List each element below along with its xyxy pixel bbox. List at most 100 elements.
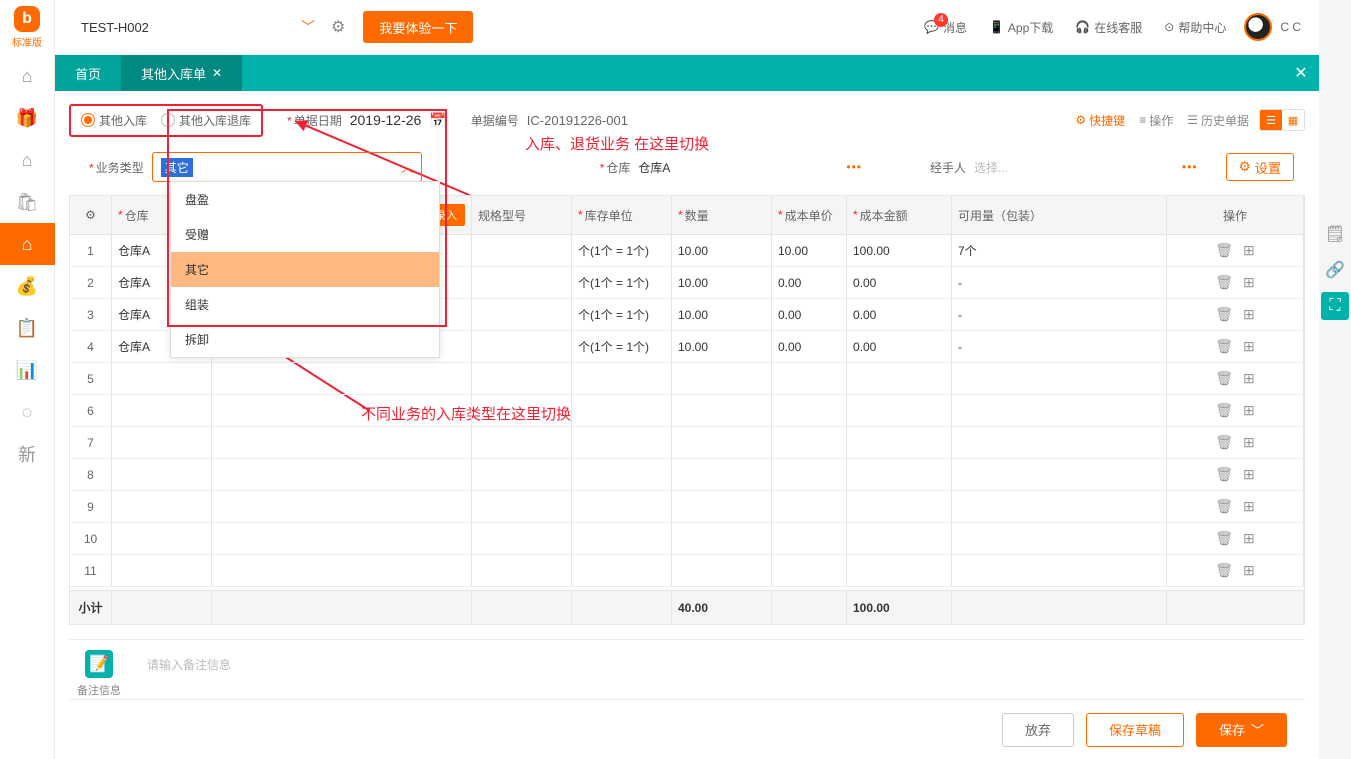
- nav-gift-icon[interactable]: 🎁: [0, 97, 55, 139]
- tab-close-all[interactable]: ✕: [1283, 55, 1319, 91]
- cell-unit[interactable]: [572, 523, 672, 554]
- nav-report-icon[interactable]: 📊: [0, 349, 55, 391]
- warehouse-value[interactable]: 仓库A: [638, 159, 838, 176]
- cell-spec[interactable]: [472, 331, 572, 362]
- cell-spec[interactable]: [472, 235, 572, 266]
- more-icon[interactable]: •••: [846, 160, 862, 174]
- cell-unit[interactable]: [572, 363, 672, 394]
- cell-price[interactable]: 0.00: [772, 299, 847, 330]
- cell-amt[interactable]: [847, 555, 952, 586]
- trial-button[interactable]: 我要体验一下: [363, 11, 473, 43]
- cell-price[interactable]: [772, 427, 847, 458]
- nav-bag-icon[interactable]: 🛍: [0, 181, 55, 223]
- cell-warehouse[interactable]: [112, 555, 212, 586]
- rail-expand-icon[interactable]: ⛶: [1321, 292, 1349, 320]
- cell-qty[interactable]: 10.00: [672, 235, 772, 266]
- cell-amt[interactable]: [847, 459, 952, 490]
- dropdown-item[interactable]: 盘盈: [171, 182, 439, 217]
- view-grid-icon[interactable]: ▦: [1282, 110, 1304, 130]
- view-list-icon[interactable]: ☰: [1260, 110, 1282, 130]
- cell-qty[interactable]: [672, 363, 772, 394]
- cell-amt[interactable]: [847, 363, 952, 394]
- cell-warehouse[interactable]: [112, 491, 212, 522]
- cell-price[interactable]: 0.00: [772, 331, 847, 362]
- date-value[interactable]: 2019-12-26: [350, 112, 422, 128]
- cell-qty[interactable]: 10.00: [672, 299, 772, 330]
- cell-price[interactable]: [772, 459, 847, 490]
- cell-spec[interactable]: [472, 363, 572, 394]
- cell-amt[interactable]: [847, 395, 952, 426]
- save-draft-button[interactable]: 保存草稿: [1086, 713, 1184, 747]
- messages-link[interactable]: 💬 消息 4: [924, 19, 967, 36]
- copy-icon[interactable]: ⊞: [1243, 434, 1255, 451]
- cell-product[interactable]: [212, 459, 472, 490]
- cell-product[interactable]: [212, 491, 472, 522]
- nav-house-icon[interactable]: ⌂: [0, 139, 55, 181]
- cell-spec[interactable]: [472, 459, 572, 490]
- cell-unit[interactable]: [572, 395, 672, 426]
- radio-inbound[interactable]: 其他入库: [81, 112, 147, 129]
- cell-amt[interactable]: [847, 491, 952, 522]
- cell-unit[interactable]: 个(1个 = 1个): [572, 235, 672, 266]
- delete-icon[interactable]: 🗑: [1215, 242, 1233, 259]
- cell-price[interactable]: [772, 395, 847, 426]
- dropdown-item-selected[interactable]: 其它: [171, 252, 439, 287]
- delete-icon[interactable]: 🗑: [1215, 306, 1233, 323]
- nav-sync-icon[interactable]: ◌: [0, 391, 55, 433]
- dropdown-item[interactable]: 拆卸: [171, 322, 439, 357]
- cell-spec[interactable]: [472, 299, 572, 330]
- cell-qty[interactable]: [672, 395, 772, 426]
- cell-qty[interactable]: [672, 427, 772, 458]
- table-row[interactable]: 6🗑⊞: [70, 395, 1304, 427]
- nav-money-icon[interactable]: 💰: [0, 265, 55, 307]
- dropdown-item[interactable]: 组装: [171, 287, 439, 322]
- copy-icon[interactable]: ⊞: [1243, 306, 1255, 323]
- cell-amt[interactable]: [847, 523, 952, 554]
- cell-price[interactable]: [772, 363, 847, 394]
- nav-new-icon[interactable]: 新: [0, 433, 55, 475]
- table-row[interactable]: 10🗑⊞: [70, 523, 1304, 555]
- more-icon[interactable]: •••: [1182, 160, 1198, 174]
- copy-icon[interactable]: ⊞: [1243, 562, 1255, 579]
- cell-unit[interactable]: 个(1个 = 1个): [572, 267, 672, 298]
- cell-product[interactable]: [212, 395, 472, 426]
- tab-other-inbound[interactable]: 其他入库单 ✕: [121, 55, 242, 91]
- cell-qty[interactable]: [672, 459, 772, 490]
- cell-unit[interactable]: [572, 427, 672, 458]
- customer-service-link[interactable]: 🎧 在线客服: [1075, 19, 1142, 36]
- help-center-link[interactable]: ⊙ 帮助中心: [1164, 19, 1226, 36]
- app-download-link[interactable]: 📱 App下载: [989, 19, 1053, 36]
- delete-icon[interactable]: 🗑: [1215, 338, 1233, 355]
- cell-amt[interactable]: 0.00: [847, 267, 952, 298]
- cell-price[interactable]: [772, 491, 847, 522]
- handler-placeholder[interactable]: 选择...: [974, 159, 1174, 176]
- copy-icon[interactable]: ⊞: [1243, 242, 1255, 259]
- cell-unit[interactable]: 个(1个 = 1个): [572, 299, 672, 330]
- cell-product[interactable]: [212, 363, 472, 394]
- cell-spec[interactable]: [472, 523, 572, 554]
- cell-product[interactable]: [212, 427, 472, 458]
- cell-amt[interactable]: 100.00: [847, 235, 952, 266]
- cell-spec[interactable]: [472, 491, 572, 522]
- cell-price[interactable]: 0.00: [772, 267, 847, 298]
- cell-spec[interactable]: [472, 267, 572, 298]
- cell-price[interactable]: 10.00: [772, 235, 847, 266]
- delete-icon[interactable]: 🗑: [1215, 434, 1233, 451]
- cell-qty[interactable]: 10.00: [672, 331, 772, 362]
- cell-price[interactable]: [772, 555, 847, 586]
- nav-home-icon[interactable]: ⌂: [0, 55, 55, 97]
- cell-amt[interactable]: [847, 427, 952, 458]
- remarks-input[interactable]: 请输入备注信息: [147, 650, 1305, 699]
- table-row[interactable]: 5🗑⊞: [70, 363, 1304, 395]
- cell-qty[interactable]: [672, 555, 772, 586]
- copy-icon[interactable]: ⊞: [1243, 274, 1255, 291]
- cell-product[interactable]: [212, 523, 472, 554]
- copy-icon[interactable]: ⊞: [1243, 530, 1255, 547]
- org-selector[interactable]: TEST-H002 ﹀: [73, 11, 323, 43]
- delete-icon[interactable]: 🗑: [1215, 466, 1233, 483]
- calendar-icon[interactable]: 📅: [429, 112, 446, 129]
- copy-icon[interactable]: ⊞: [1243, 370, 1255, 387]
- copy-icon[interactable]: ⊞: [1243, 402, 1255, 419]
- shortcut-link[interactable]: ⚙快捷键: [1075, 112, 1125, 129]
- cell-product[interactable]: [212, 555, 472, 586]
